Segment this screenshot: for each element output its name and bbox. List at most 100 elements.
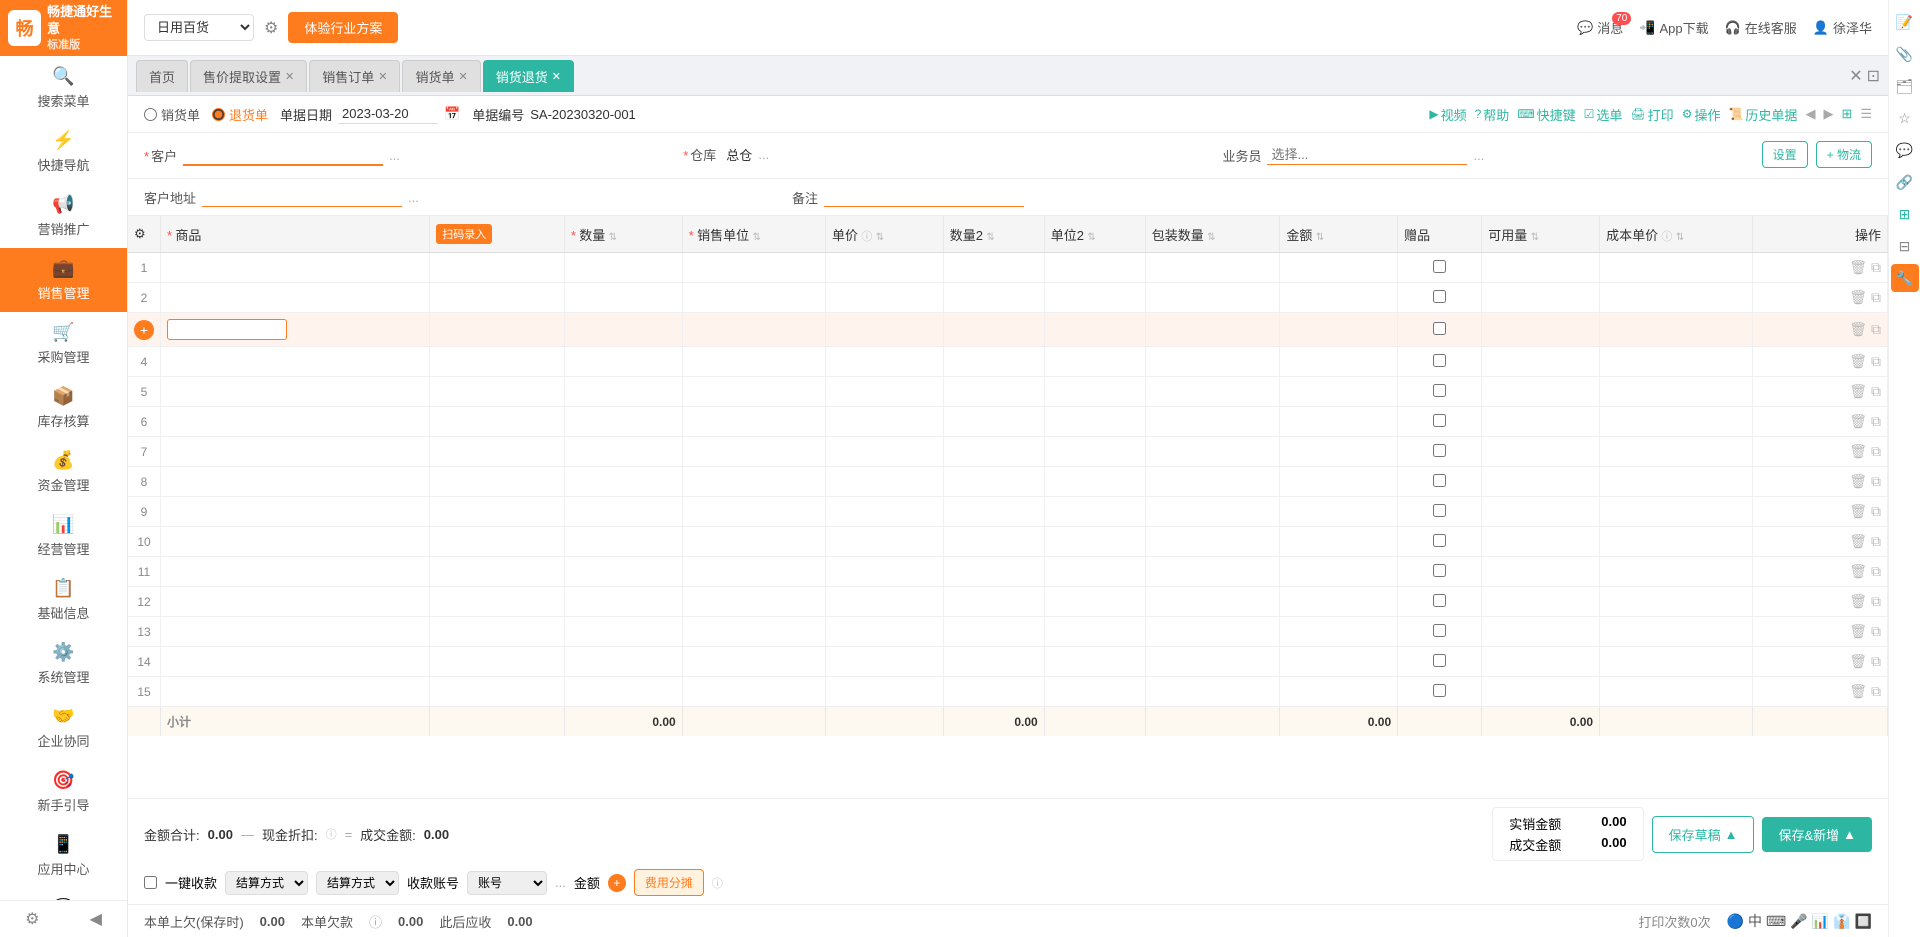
gift-checkbox-3[interactable] bbox=[1433, 322, 1446, 335]
one-click-checkbox[interactable] bbox=[144, 876, 157, 889]
rp-link-icon[interactable]: 🔗 bbox=[1891, 168, 1919, 196]
sidebar-item-basic[interactable]: 📋 基础信息 bbox=[0, 568, 127, 632]
rp-tool-icon[interactable]: 🔧 bbox=[1891, 264, 1919, 292]
gift-checkbox-12[interactable] bbox=[1433, 594, 1446, 607]
package-qty-sort-icon[interactable]: ⇅ bbox=[1207, 232, 1215, 243]
sidebar-item-business[interactable]: 📊 经营管理 bbox=[0, 504, 127, 568]
calc-method-select[interactable]: 结算方式 bbox=[316, 871, 399, 895]
row-1-cost[interactable] bbox=[1600, 253, 1753, 283]
gift-checkbox-14[interactable] bbox=[1433, 654, 1446, 667]
row-3-qty2[interactable] bbox=[943, 313, 1044, 347]
row-3-pkgqty[interactable] bbox=[1145, 313, 1280, 347]
row-1-amount[interactable] bbox=[1280, 253, 1398, 283]
row-12-copy-icon[interactable]: ⧉ bbox=[1871, 593, 1881, 610]
gift-checkbox-1[interactable] bbox=[1433, 260, 1446, 273]
row-9-delete-icon[interactable]: 🗑 bbox=[1849, 503, 1867, 520]
row-2-product[interactable] bbox=[161, 283, 430, 313]
row-1-delete-icon[interactable]: 🗑 bbox=[1849, 259, 1867, 276]
row-2-available[interactable] bbox=[1482, 283, 1600, 313]
row-3-product-input[interactable] bbox=[167, 319, 287, 340]
message-item[interactable]: 💬 消息 70 bbox=[1577, 18, 1623, 37]
rp-chat-icon[interactable]: 💬 bbox=[1891, 136, 1919, 164]
footer-icon-2[interactable]: 中 bbox=[1748, 911, 1762, 931]
row-3-qty[interactable] bbox=[564, 313, 682, 347]
sales-unit-sort-icon[interactable]: ⇅ bbox=[752, 232, 760, 243]
fee-split-button[interactable]: 费用分摊 bbox=[634, 869, 704, 896]
row-3-delete-icon[interactable]: 🗑 bbox=[1849, 321, 1867, 338]
tab-sales-order-close[interactable]: ✕ bbox=[378, 70, 387, 83]
grid-view-icon[interactable]: ⊞ bbox=[1841, 106, 1852, 122]
footer-icon-6[interactable]: 👔 bbox=[1833, 913, 1850, 930]
row-1-price[interactable] bbox=[825, 253, 943, 283]
print-link[interactable]: 🖨 打印 bbox=[1630, 105, 1673, 124]
sidebar-item-wechat[interactable]: 💬 企业微信 bbox=[0, 888, 127, 900]
customer-input[interactable] bbox=[183, 145, 383, 166]
row-2-delete-icon[interactable]: 🗑 bbox=[1849, 289, 1867, 306]
row-2-qty[interactable] bbox=[564, 283, 682, 313]
gift-checkbox-6[interactable] bbox=[1433, 414, 1446, 427]
save-new-button[interactable]: 保存&新增 ▲ bbox=[1762, 817, 1872, 852]
account-select[interactable]: 账号 bbox=[467, 871, 547, 895]
quantity-sort-icon[interactable]: ⇅ bbox=[609, 232, 617, 243]
tab-expand-icon[interactable]: ⊡ bbox=[1867, 66, 1880, 86]
radio-sales[interactable]: 销货单 bbox=[144, 105, 200, 124]
sidebar-item-finance[interactable]: 💰 资金管理 bbox=[0, 440, 127, 504]
row-11-copy-icon[interactable]: ⧉ bbox=[1871, 563, 1881, 580]
tab-sales-close[interactable]: ✕ bbox=[459, 70, 468, 83]
unit-price-info-icon[interactable]: ⓘ bbox=[861, 231, 872, 243]
gift-checkbox-4[interactable] bbox=[1433, 354, 1446, 367]
footer-icon-5[interactable]: 📊 bbox=[1812, 913, 1829, 930]
sidebar-collapse-icon[interactable]: ◀ bbox=[90, 909, 102, 929]
nav-prev-icon[interactable]: ◀ bbox=[1805, 106, 1815, 122]
gift-checkbox-15[interactable] bbox=[1433, 684, 1446, 697]
tab-price[interactable]: 售价提取设置 ✕ bbox=[190, 60, 307, 92]
sidebar-item-inventory[interactable]: 📦 库存核算 bbox=[0, 376, 127, 440]
row-11-delete-icon[interactable]: 🗑 bbox=[1849, 563, 1867, 580]
row-4-delete-icon[interactable]: 🗑 bbox=[1849, 353, 1867, 370]
customer-dots[interactable]: ... bbox=[389, 148, 400, 163]
sidebar-item-purchase[interactable]: 🛒 采购管理 bbox=[0, 312, 127, 376]
sidebar-item-sales[interactable]: 💼 销售管理 bbox=[0, 248, 127, 312]
row-3-product[interactable] bbox=[161, 313, 430, 347]
footer-icon-1[interactable]: 🔵 bbox=[1727, 913, 1744, 930]
row-3-cost[interactable] bbox=[1600, 313, 1753, 347]
tab-home[interactable]: 首页 bbox=[136, 60, 188, 92]
gift-checkbox-9[interactable] bbox=[1433, 504, 1446, 517]
experience-btn[interactable]: 体验行业方案 bbox=[288, 12, 398, 43]
address-dots[interactable]: ... bbox=[408, 190, 419, 205]
row-2-qty2[interactable] bbox=[943, 283, 1044, 313]
row-15-delete-icon[interactable]: 🗑 bbox=[1849, 683, 1867, 700]
credit-info-icon[interactable]: ⓘ bbox=[369, 912, 382, 931]
row-7-copy-icon[interactable]: ⧉ bbox=[1871, 443, 1881, 460]
nav-next-icon[interactable]: ▶ bbox=[1823, 106, 1833, 122]
row-1-available[interactable] bbox=[1482, 253, 1600, 283]
sidebar-item-apps[interactable]: 📱 应用中心 bbox=[0, 824, 127, 888]
fee-info-icon[interactable]: ⓘ bbox=[712, 875, 723, 891]
row-2-amount[interactable] bbox=[1280, 283, 1398, 313]
rp-grid1-icon[interactable]: ⊞ bbox=[1891, 200, 1919, 228]
cash-discount-info[interactable]: ⓘ bbox=[326, 826, 337, 842]
logistics-button[interactable]: + 物流 bbox=[1816, 141, 1872, 168]
date-input[interactable] bbox=[338, 104, 438, 124]
row-2-copy-icon[interactable]: ⧉ bbox=[1871, 289, 1881, 306]
row-1-unit2[interactable] bbox=[1044, 253, 1145, 283]
row-1-qty[interactable] bbox=[564, 253, 682, 283]
tab-sales[interactable]: 销货单 ✕ bbox=[402, 60, 480, 92]
rp-clip-icon[interactable]: 🗂 bbox=[1891, 72, 1919, 100]
tab-price-close[interactable]: ✕ bbox=[285, 70, 294, 83]
row-3-unit[interactable] bbox=[682, 313, 825, 347]
row-12-delete-icon[interactable]: 🗑 bbox=[1849, 593, 1867, 610]
settlement-select[interactable]: 结算方式 bbox=[225, 871, 308, 895]
row-10-delete-icon[interactable]: 🗑 bbox=[1849, 533, 1867, 550]
row-2-pkgqty[interactable] bbox=[1145, 283, 1280, 313]
row-3-available[interactable] bbox=[1482, 313, 1600, 347]
row-1-pkgqty[interactable] bbox=[1145, 253, 1280, 283]
row-10-copy-icon[interactable]: ⧉ bbox=[1871, 533, 1881, 550]
rp-note-icon[interactable]: 📝 bbox=[1891, 8, 1919, 36]
quantity2-sort-icon[interactable]: ⇅ bbox=[986, 232, 994, 243]
row-2-price[interactable] bbox=[825, 283, 943, 313]
customer-service-item[interactable]: 🎧 在线客服 bbox=[1725, 18, 1797, 37]
row-14-delete-icon[interactable]: 🗑 bbox=[1849, 653, 1867, 670]
gift-checkbox-11[interactable] bbox=[1433, 564, 1446, 577]
tab-sales-order[interactable]: 销售订单 ✕ bbox=[309, 60, 400, 92]
